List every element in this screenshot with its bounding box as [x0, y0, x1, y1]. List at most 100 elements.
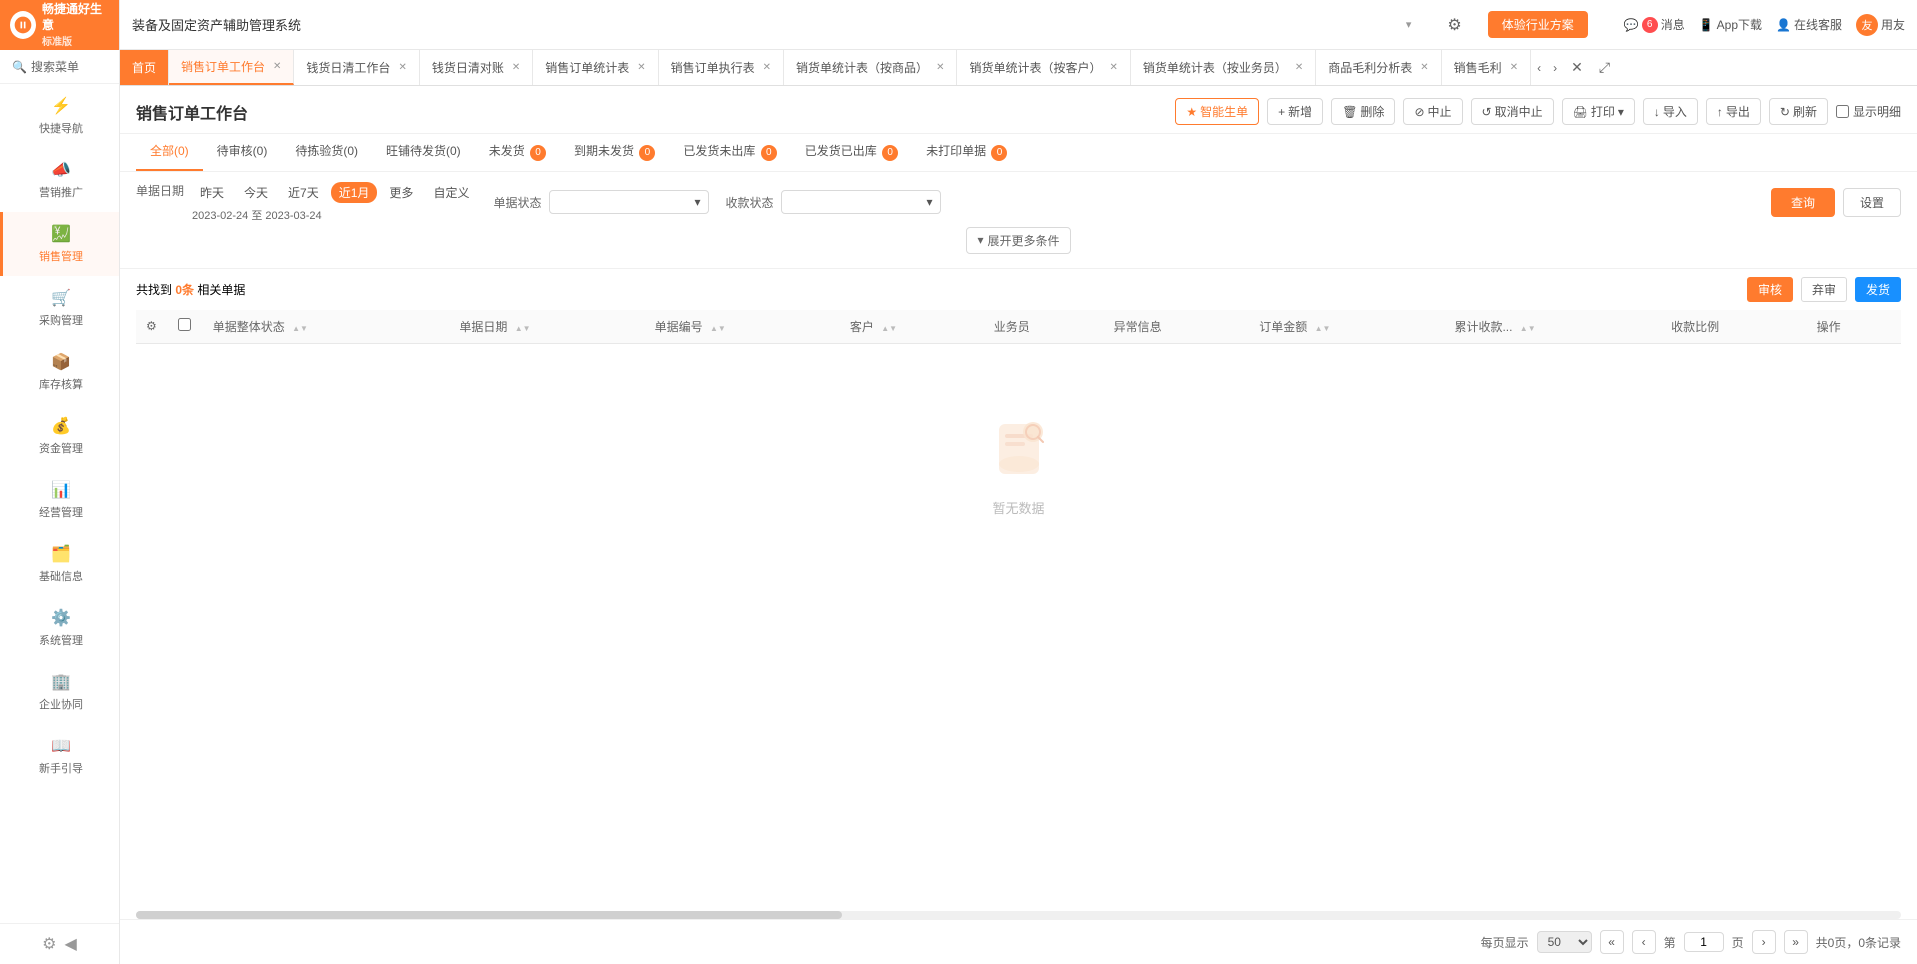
- user-action[interactable]: 友 用友: [1856, 14, 1905, 36]
- cancel-review-btn[interactable]: 弃审: [1801, 277, 1847, 302]
- col-settings[interactable]: ⚙: [136, 310, 167, 344]
- import-btn[interactable]: ↓ 导入: [1643, 98, 1698, 125]
- detail-checkbox-input[interactable]: [1836, 105, 1849, 118]
- collapse-icon[interactable]: ◀: [65, 934, 77, 954]
- subtab-all[interactable]: 全部(0): [136, 134, 203, 171]
- sort-status[interactable]: ▲▼: [292, 324, 308, 333]
- last-page-btn[interactable]: »: [1784, 930, 1808, 954]
- subtab-wangpu[interactable]: 旺铺待发货(0): [372, 134, 475, 171]
- subtab-overdue-not-shipped[interactable]: 到期未发货 0: [560, 134, 669, 171]
- status-select[interactable]: ▾: [549, 190, 709, 214]
- sidebar-item-shortcut[interactable]: ⚡ 快捷导航: [0, 84, 119, 148]
- sidebar-item-finance[interactable]: 💰 资金管理: [0, 404, 119, 468]
- stop-btn-label: 中止: [1428, 103, 1452, 120]
- tab-close-summary-cust[interactable]: ✕: [1109, 62, 1117, 73]
- tab-close-sales-he[interactable]: ✕: [1510, 62, 1518, 73]
- delete-btn[interactable]: 🗑 删除: [1331, 98, 1395, 125]
- sidebar-item-enterprise[interactable]: 🏢 企业协同: [0, 660, 119, 724]
- per-page-select[interactable]: 50 20 100: [1537, 931, 1592, 953]
- page-input[interactable]: [1684, 932, 1724, 952]
- show-detail-checkbox[interactable]: 显示明细: [1836, 103, 1901, 120]
- add-btn[interactable]: + 新增: [1267, 98, 1323, 125]
- sidebar-item-basic[interactable]: 🗂️ 基础信息: [0, 532, 119, 596]
- sort-date[interactable]: ▲▼: [515, 324, 531, 333]
- sort-collected[interactable]: ▲▼: [1520, 324, 1536, 333]
- subtab-shipped-not-in[interactable]: 已发货未出库 0: [669, 134, 790, 171]
- tab-summary-cust[interactable]: 销货单统计表（按客户） ✕: [957, 50, 1130, 85]
- tabbar: 首页 销售订单工作台 ✕ 钱货日清工作台 ✕ 钱货日清对账 ✕ 销售订单统计表 …: [120, 50, 1917, 86]
- tab-close-sales-exec[interactable]: ✕: [763, 62, 771, 73]
- export-btn[interactable]: ↑ 导出: [1706, 98, 1761, 125]
- tab-cash-daily[interactable]: 钱货日清工作台 ✕: [294, 50, 419, 85]
- empty-icon: [979, 404, 1059, 498]
- operations-icon: 📊: [51, 480, 71, 500]
- tab-close-sales-stats[interactable]: ✕: [637, 62, 645, 73]
- col-checkbox[interactable]: [167, 310, 203, 344]
- smart-btn[interactable]: ★ 智能生单: [1175, 98, 1259, 125]
- setting-btn[interactable]: 设置: [1843, 188, 1901, 217]
- tab-profit[interactable]: 商品毛利分析表 ✕: [1316, 50, 1441, 85]
- sidebar-item-purchase[interactable]: 🛒 采购管理: [0, 276, 119, 340]
- subtab-not-printed[interactable]: 未打印单据 0: [912, 134, 1021, 171]
- tab-cash-reconcile[interactable]: 钱货日清对账 ✕: [420, 50, 533, 85]
- date-opt-custom[interactable]: 自定义: [425, 182, 477, 203]
- subtab-pending-inspect[interactable]: 待拣验货(0): [281, 134, 372, 171]
- settings-gear-icon[interactable]: ⚙: [42, 934, 56, 954]
- subtab-pending-review[interactable]: 待审核(0): [203, 134, 282, 171]
- sort-customer[interactable]: ▲▼: [881, 324, 897, 333]
- tab-sales-exec[interactable]: 销售订单执行表 ✕: [659, 50, 784, 85]
- refresh-btn[interactable]: ↻ 刷新: [1769, 98, 1828, 125]
- date-opt-more[interactable]: 更多: [381, 182, 421, 203]
- date-opt-1month[interactable]: 近1月: [331, 182, 378, 203]
- horizontal-scrollbar[interactable]: [136, 911, 1901, 919]
- tab-nav-prev[interactable]: ‹: [1531, 50, 1547, 85]
- tab-close-cash-daily[interactable]: ✕: [398, 62, 406, 73]
- tab-summary-prod[interactable]: 销货单统计表（按商品） ✕: [784, 50, 957, 85]
- date-opt-7days[interactable]: 近7天: [280, 182, 327, 203]
- date-opt-yesterday[interactable]: 昨天: [192, 182, 232, 203]
- tab-close-cash-reconcile[interactable]: ✕: [512, 62, 520, 73]
- sort-amount[interactable]: ▲▼: [1315, 324, 1331, 333]
- tab-home[interactable]: 首页: [120, 50, 169, 85]
- print-btn[interactable]: 🖨 打印 ▾: [1562, 98, 1635, 125]
- sort-number[interactable]: ▲▼: [710, 324, 726, 333]
- tab-sales-he[interactable]: 销售毛利 ✕: [1442, 50, 1531, 85]
- select-all-checkbox[interactable]: [178, 318, 191, 331]
- review-btn[interactable]: 审核: [1747, 277, 1793, 302]
- prev-page-btn[interactable]: ‹: [1632, 930, 1656, 954]
- industry-btn[interactable]: 体验行业方案: [1488, 11, 1588, 38]
- sidebar-item-operations[interactable]: 📊 经营管理: [0, 468, 119, 532]
- next-page-btn[interactable]: ›: [1752, 930, 1776, 954]
- tab-close-summary-staff[interactable]: ✕: [1295, 62, 1303, 73]
- tab-sales-workbench[interactable]: 销售订单工作台 ✕: [169, 50, 294, 85]
- sidebar-item-system[interactable]: ⚙️ 系统管理: [0, 596, 119, 660]
- tab-close-sales-workbench[interactable]: ✕: [273, 61, 281, 72]
- tab-nav-next[interactable]: ›: [1547, 50, 1563, 85]
- query-btn[interactable]: 查询: [1771, 188, 1835, 217]
- date-opt-today[interactable]: 今天: [236, 182, 276, 203]
- payment-select[interactable]: ▾: [781, 190, 941, 214]
- subtab-not-shipped[interactable]: 未发货 0: [475, 134, 560, 171]
- tab-maximize[interactable]: ⤢: [1591, 50, 1618, 85]
- tab-close-summary-prod[interactable]: ✕: [936, 62, 944, 73]
- cancel-stop-btn[interactable]: ↺ 取消中止: [1471, 98, 1554, 125]
- first-page-btn[interactable]: «: [1600, 930, 1624, 954]
- search-menu[interactable]: 🔍 搜索菜单: [0, 50, 119, 84]
- message-action[interactable]: 💬 6 消息: [1624, 16, 1685, 33]
- topbar-gear-icon[interactable]: ⚙: [1447, 15, 1461, 35]
- ship-btn[interactable]: 发货: [1855, 277, 1901, 302]
- online-support-action[interactable]: 👤 在线客服: [1776, 16, 1842, 33]
- tab-summary-staff[interactable]: 销货单统计表（按业务员） ✕: [1131, 50, 1316, 85]
- sidebar-item-guide[interactable]: 📖 新手引导: [0, 724, 119, 788]
- sidebar-item-inventory[interactable]: 📦 库存核算: [0, 340, 119, 404]
- stop-btn[interactable]: ⊘ 中止: [1403, 98, 1462, 125]
- sidebar-item-marketing[interactable]: 📣 营销推广: [0, 148, 119, 212]
- expand-btn[interactable]: ▾ 展开更多条件: [966, 227, 1070, 254]
- tab-sales-stats[interactable]: 销售订单统计表 ✕: [533, 50, 658, 85]
- tab-close-profit[interactable]: ✕: [1420, 62, 1428, 73]
- scrollbar-thumb[interactable]: [136, 911, 842, 919]
- subtab-shipped-in[interactable]: 已发货已出库 0: [791, 134, 912, 171]
- app-download-action[interactable]: 📱 App下载: [1699, 16, 1762, 33]
- sidebar-item-sales[interactable]: 💹 销售管理: [0, 212, 119, 276]
- tab-close-all[interactable]: ✕: [1563, 50, 1591, 85]
